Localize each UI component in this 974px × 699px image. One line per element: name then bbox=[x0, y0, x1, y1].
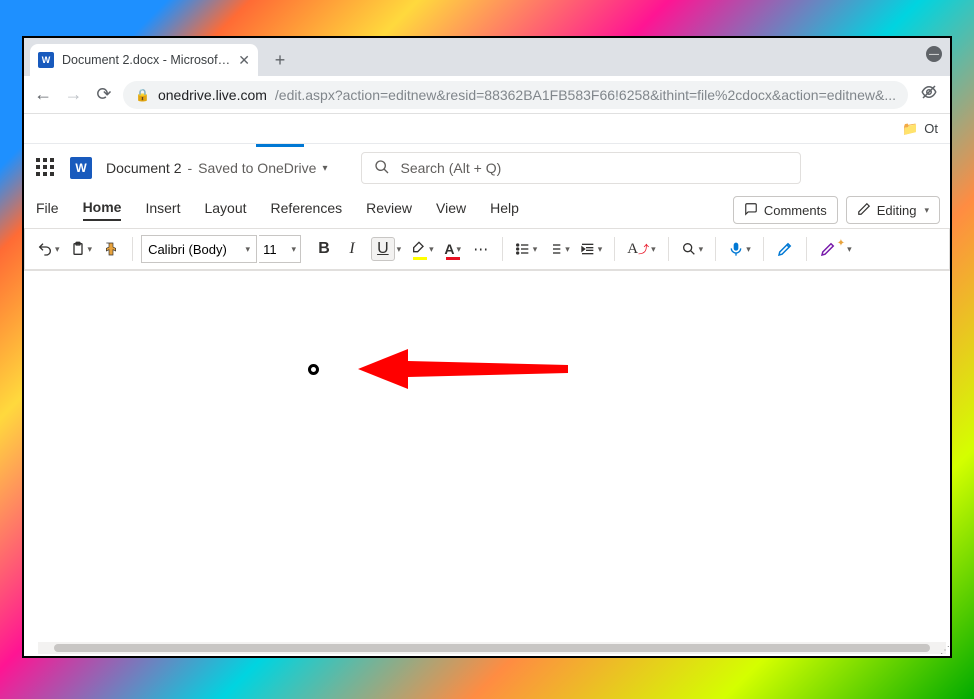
bookmark-bar: 📁 Ot bbox=[24, 114, 950, 144]
doc-name: Document 2 bbox=[106, 160, 181, 176]
tab-layout[interactable]: Layout bbox=[204, 200, 246, 220]
comments-label: Comments bbox=[764, 203, 827, 218]
browser-toolbar: ← → ⟳ 🔒 onedrive.live.com /edit.aspx?act… bbox=[24, 76, 950, 114]
bookmark-folder-label[interactable]: Ot bbox=[924, 121, 938, 136]
document-title[interactable]: Document 2 - Saved to OneDrive ▾ bbox=[106, 160, 327, 176]
url-path: /edit.aspx?action=editnew&resid=88362BA1… bbox=[275, 87, 896, 103]
designer-button[interactable]: ✦ ▾ bbox=[815, 234, 856, 264]
highlight-button[interactable]: ▾ bbox=[407, 234, 438, 264]
search-input[interactable]: Search (Alt + Q) bbox=[361, 152, 801, 184]
chevron-down-icon: ▾ bbox=[322, 163, 327, 174]
scrollbar-thumb[interactable] bbox=[54, 644, 930, 652]
font-family-select[interactable]: Calibri (Body) ▾ bbox=[141, 235, 257, 263]
dictate-button[interactable]: ▾ bbox=[724, 234, 755, 264]
editing-label: Editing bbox=[877, 203, 917, 218]
word-favicon: W bbox=[38, 52, 54, 68]
separator bbox=[715, 237, 716, 261]
undo-button[interactable]: ▾ bbox=[33, 234, 64, 264]
tab-help[interactable]: Help bbox=[490, 200, 519, 220]
indent-button[interactable]: ▾ bbox=[576, 234, 607, 264]
active-tab-indicator bbox=[256, 144, 304, 147]
document-page[interactable] bbox=[38, 271, 946, 656]
comments-button[interactable]: Comments bbox=[733, 196, 838, 224]
save-status: Saved to OneDrive bbox=[198, 160, 316, 176]
close-tab-icon[interactable]: ✕ bbox=[238, 52, 250, 69]
find-button[interactable]: ▾ bbox=[677, 234, 708, 264]
chevron-down-icon: ▾ bbox=[924, 205, 929, 216]
browser-tab-strip: W Document 2.docx - Microsoft Wo ✕ + — bbox=[24, 38, 950, 76]
more-formatting-button[interactable]: ⋯ bbox=[468, 234, 494, 264]
ribbon-toolbar: ▾ ▾ Calibri (Body) ▾ 11 ▾ B I U▾ bbox=[24, 228, 950, 270]
address-bar[interactable]: 🔒 onedrive.live.com /edit.aspx?action=ed… bbox=[123, 81, 908, 109]
styles-button[interactable]: A⤴▾ bbox=[623, 234, 659, 264]
browser-tab-title: Document 2.docx - Microsoft Wo bbox=[62, 53, 230, 67]
app-launcher-icon[interactable] bbox=[36, 158, 56, 178]
separator bbox=[132, 237, 133, 261]
italic-button[interactable]: I bbox=[339, 234, 365, 264]
forward-button[interactable]: → bbox=[62, 81, 84, 109]
bullets-button[interactable]: ▾ bbox=[511, 234, 542, 264]
back-button[interactable]: ← bbox=[32, 81, 54, 109]
tab-review[interactable]: Review bbox=[366, 200, 412, 220]
reload-button[interactable]: ⟳ bbox=[93, 81, 115, 109]
numbering-button[interactable]: ▾ bbox=[543, 234, 574, 264]
chevron-down-icon: ▾ bbox=[246, 244, 251, 255]
separator bbox=[668, 237, 669, 261]
editor-button[interactable] bbox=[772, 234, 798, 264]
chevron-down-icon: ▾ bbox=[292, 244, 297, 255]
comment-icon bbox=[744, 202, 758, 219]
font-size-select[interactable]: 11 ▾ bbox=[259, 235, 301, 263]
tab-view[interactable]: View bbox=[436, 200, 466, 220]
annotation-arrow bbox=[338, 339, 578, 399]
word-logo-icon: W bbox=[70, 157, 92, 179]
separator bbox=[614, 237, 615, 261]
folder-icon[interactable]: 📁 bbox=[902, 121, 918, 137]
font-size-value: 11 bbox=[263, 242, 277, 257]
resize-grip-icon[interactable]: ⋰ bbox=[938, 644, 950, 656]
separator bbox=[763, 237, 764, 261]
ribbon-tabs: File Home Insert Layout References Revie… bbox=[24, 192, 950, 228]
font-color-button[interactable]: A ▾ bbox=[440, 234, 466, 264]
paste-button[interactable]: ▾ bbox=[66, 234, 97, 264]
font-name-value: Calibri (Body) bbox=[148, 242, 227, 257]
new-tab-button[interactable]: + bbox=[266, 46, 294, 74]
separator bbox=[806, 237, 807, 261]
search-placeholder: Search (Alt + Q) bbox=[400, 160, 501, 176]
search-icon bbox=[374, 159, 390, 178]
pencil-icon bbox=[857, 202, 871, 219]
lock-icon: 🔒 bbox=[135, 88, 150, 102]
browser-window: W Document 2.docx - Microsoft Wo ✕ + — ←… bbox=[22, 36, 952, 658]
browser-tab[interactable]: W Document 2.docx - Microsoft Wo ✕ bbox=[30, 44, 258, 76]
separator bbox=[502, 237, 503, 261]
underline-button[interactable]: U▾ bbox=[367, 234, 405, 264]
editing-mode-button[interactable]: Editing ▾ bbox=[846, 196, 940, 224]
tab-home[interactable]: Home bbox=[83, 199, 122, 221]
format-painter-button[interactable] bbox=[98, 234, 124, 264]
tab-references[interactable]: References bbox=[271, 200, 343, 220]
chevron-down-icon: ▾ bbox=[55, 244, 60, 255]
horizontal-scrollbar[interactable] bbox=[38, 642, 946, 654]
bullet-marker bbox=[308, 364, 319, 375]
document-canvas[interactable]: ⋰ bbox=[24, 270, 950, 656]
tab-insert[interactable]: Insert bbox=[145, 200, 180, 220]
url-host: onedrive.live.com bbox=[158, 87, 267, 103]
bold-button[interactable]: B bbox=[311, 234, 337, 264]
chevron-down-icon: ▾ bbox=[88, 244, 93, 255]
word-header: W Document 2 - Saved to OneDrive ▾ Searc… bbox=[24, 144, 950, 192]
incognito-icon[interactable] bbox=[920, 83, 938, 106]
minimize-icon[interactable]: — bbox=[926, 46, 942, 62]
tab-file[interactable]: File bbox=[36, 200, 59, 220]
